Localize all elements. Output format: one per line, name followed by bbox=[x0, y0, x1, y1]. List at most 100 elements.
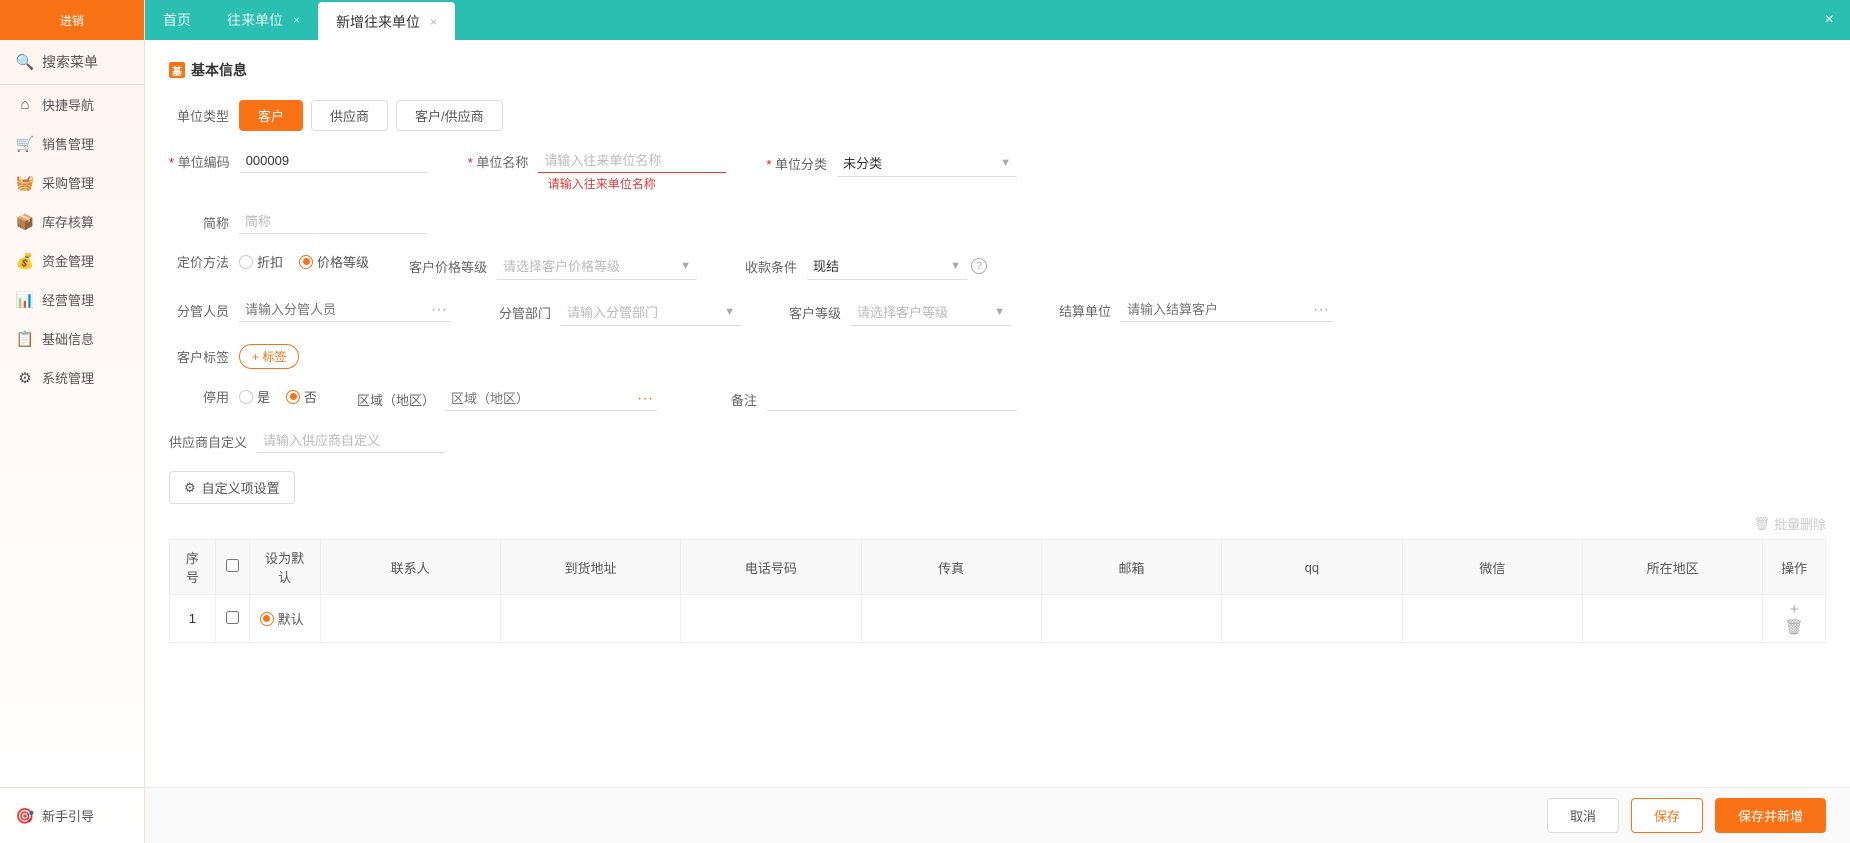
name-input[interactable] bbox=[538, 149, 726, 173]
content-area: 基 基本信息 单位类型 客户 供应商 客户/供应商 单位编码 bbox=[145, 40, 1850, 787]
customer-level-placeholder: 请选择客户等级 bbox=[857, 302, 990, 321]
manager-label: 分管人员 bbox=[169, 301, 239, 320]
disabled-no[interactable]: 否 bbox=[286, 387, 317, 406]
sidebar-item-basic[interactable]: 📋 基础信息 bbox=[0, 319, 144, 358]
phone-input[interactable] bbox=[691, 611, 850, 626]
tab-partners-close[interactable]: × bbox=[293, 13, 300, 27]
qq-input[interactable] bbox=[1232, 611, 1391, 626]
default-label: 默认 bbox=[278, 609, 304, 628]
th-email: 邮箱 bbox=[1041, 540, 1221, 595]
customer-price-select[interactable]: 请选择客户价格等级 ▼ bbox=[497, 252, 697, 280]
customer-price-label: 客户价格等级 bbox=[409, 257, 497, 276]
delete-row-btn[interactable]: 🗑 bbox=[1785, 619, 1804, 636]
row-address bbox=[500, 595, 680, 643]
contact-input[interactable] bbox=[331, 611, 490, 626]
name-error: 请输入往来单位名称 bbox=[548, 173, 656, 192]
region-label: 区域（地区） bbox=[357, 390, 445, 409]
dept-select[interactable]: 请输入分管部门 ▼ bbox=[561, 298, 741, 326]
tab-new-partner[interactable]: 新增往来单位 × bbox=[318, 2, 455, 42]
default-radio-circle bbox=[260, 612, 274, 626]
sidebar-item-sales[interactable]: 🛒 销售管理 bbox=[0, 124, 144, 163]
supplier-custom-label: 供应商自定义 bbox=[169, 432, 257, 451]
save-new-button[interactable]: 保存并新增 bbox=[1715, 798, 1826, 833]
tab-partners[interactable]: 往来单位 × bbox=[209, 0, 318, 40]
tab-bar-close-btn[interactable]: × bbox=[1809, 11, 1850, 29]
sidebar-logo: 进销 bbox=[0, 0, 144, 40]
row-fax bbox=[861, 595, 1041, 643]
address-input[interactable] bbox=[511, 611, 670, 626]
tab-new-partner-close[interactable]: × bbox=[430, 15, 437, 29]
pricing-price-level[interactable]: 价格等级 bbox=[299, 252, 369, 271]
name-row: 单位名称 bbox=[468, 149, 727, 173]
settlement-dots-btn[interactable]: ··· bbox=[1309, 301, 1333, 319]
row-default-cell: 默认 bbox=[249, 595, 320, 643]
customer-level-label: 客户等级 bbox=[781, 303, 851, 322]
row-contact bbox=[320, 595, 500, 643]
sidebar-item-finance[interactable]: 💰 资金管理 bbox=[0, 241, 144, 280]
row-qq bbox=[1222, 595, 1402, 643]
batch-delete-label[interactable]: 批量删除 bbox=[1774, 514, 1826, 533]
select-all-checkbox[interactable] bbox=[226, 559, 239, 572]
email-input[interactable] bbox=[1052, 611, 1211, 626]
row-region-input[interactable] bbox=[1593, 611, 1752, 626]
payment-select[interactable]: 现结 ▼ bbox=[807, 252, 967, 280]
tab-home[interactable]: 首页 bbox=[145, 0, 209, 40]
sidebar-item-search[interactable]: 🔍 搜索菜单 bbox=[0, 40, 144, 85]
settlement-field: ··· bbox=[1121, 298, 1333, 322]
save-button[interactable]: 保存 bbox=[1631, 798, 1703, 833]
table-header-row: 序号 设为默认 联系人 到货地址 电话号码 传真 邮箱 qq 微信 所在地区 操… bbox=[170, 540, 1826, 595]
abbr-field bbox=[239, 210, 427, 234]
code-input[interactable] bbox=[240, 149, 428, 173]
sidebar-item-inventory[interactable]: 📦 库存核算 bbox=[0, 202, 144, 241]
supplier-custom-input[interactable] bbox=[257, 429, 445, 453]
unit-type-item: 单位类型 客户 供应商 客户/供应商 bbox=[169, 100, 503, 131]
disabled-yes-radio bbox=[239, 390, 253, 404]
settlement-input[interactable] bbox=[1121, 298, 1309, 321]
sidebar-item-system[interactable]: ⚙ 系统管理 bbox=[0, 358, 144, 397]
region-dots-btn[interactable]: ··· bbox=[633, 390, 657, 408]
name-item: 单位名称 请输入往来单位名称 bbox=[468, 149, 727, 192]
disabled-label: 停用 bbox=[169, 387, 239, 406]
manager-dots-btn[interactable]: ··· bbox=[427, 301, 451, 319]
tab-new-partner-label: 新增往来单位 bbox=[336, 12, 420, 32]
unit-type-both[interactable]: 客户/供应商 bbox=[396, 100, 503, 131]
unit-type-supplier[interactable]: 供应商 bbox=[311, 100, 388, 131]
section-title-text: 基本信息 bbox=[191, 60, 247, 80]
sidebar-item-guide[interactable]: 🎯 新手引导 bbox=[0, 796, 144, 835]
home-icon: ⌂ bbox=[16, 96, 34, 114]
th-address: 到货地址 bbox=[500, 540, 680, 595]
manager-input[interactable] bbox=[239, 298, 427, 321]
row-default-radio[interactable]: 默认 bbox=[260, 609, 310, 628]
th-fax: 传真 bbox=[861, 540, 1041, 595]
main-area: 首页 往来单位 × 新增往来单位 × × 基 基本信息 单位类型 客户 供应商 … bbox=[145, 0, 1850, 843]
sidebar-item-operations[interactable]: 📊 经营管理 bbox=[0, 280, 144, 319]
unit-type-customer[interactable]: 客户 bbox=[239, 100, 303, 131]
custom-settings-button[interactable]: ⚙ 自定义项设置 bbox=[169, 471, 295, 504]
remark-item: 备注 bbox=[697, 387, 1017, 411]
row-email bbox=[1041, 595, 1221, 643]
pricing-discount[interactable]: 折扣 bbox=[239, 252, 283, 271]
region-input[interactable] bbox=[445, 387, 633, 410]
customer-level-arrow-icon: ▼ bbox=[994, 306, 1005, 318]
row-wechat bbox=[1402, 595, 1582, 643]
th-contact: 联系人 bbox=[320, 540, 500, 595]
cancel-button[interactable]: 取消 bbox=[1547, 798, 1619, 833]
wechat-input[interactable] bbox=[1413, 611, 1572, 626]
customer-level-select[interactable]: 请选择客户等级 ▼ bbox=[851, 298, 1011, 326]
settlement-label: 结算单位 bbox=[1051, 301, 1121, 320]
category-arrow-icon: ▼ bbox=[1000, 157, 1011, 169]
row-checkbox[interactable] bbox=[226, 611, 239, 624]
category-select[interactable]: 未分类 ▼ bbox=[837, 149, 1017, 177]
add-tag-button[interactable]: + 标签 bbox=[239, 344, 299, 369]
th-region: 所在地区 bbox=[1582, 540, 1762, 595]
name-label: 单位名称 bbox=[468, 152, 539, 171]
disabled-yes[interactable]: 是 bbox=[239, 387, 270, 406]
fax-input[interactable] bbox=[872, 611, 1031, 626]
sidebar-item-quicknav[interactable]: ⌂ 快捷导航 bbox=[0, 85, 144, 124]
sidebar-system-label: 系统管理 bbox=[42, 368, 94, 387]
add-row-btn[interactable]: + bbox=[1790, 601, 1799, 618]
remark-input[interactable] bbox=[767, 387, 1017, 410]
abbr-input[interactable] bbox=[239, 210, 427, 234]
payment-help-icon[interactable]: ? bbox=[971, 258, 987, 274]
sidebar-item-purchase[interactable]: 🧺 采购管理 bbox=[0, 163, 144, 202]
